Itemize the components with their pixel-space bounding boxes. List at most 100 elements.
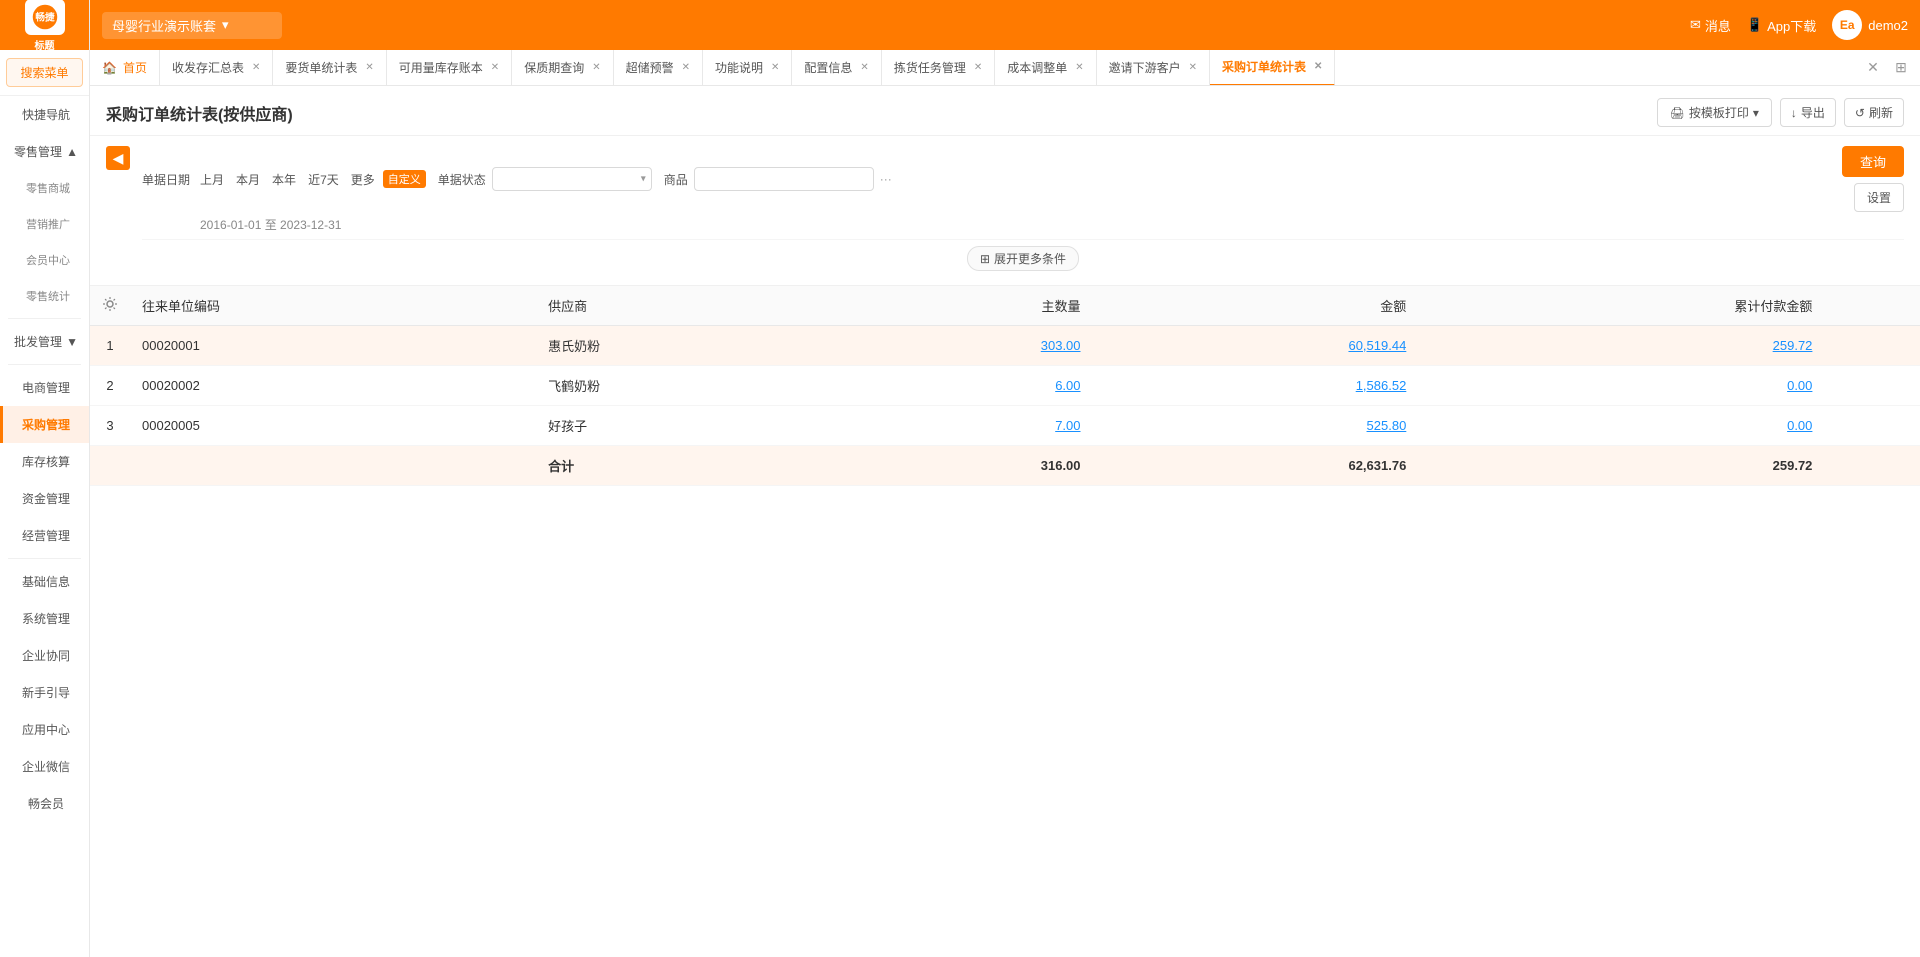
cell-extra-2 — [1824, 366, 1920, 406]
footer-amount: 62,631.76 — [1093, 446, 1419, 486]
sidebar-item-member[interactable]: 会员中心 — [0, 242, 89, 278]
cell-supplier-2: 飞鹤奶粉 — [536, 366, 839, 406]
shortcut-this-year[interactable]: 本年 — [268, 169, 300, 190]
query-button[interactable]: 查询 — [1842, 146, 1904, 177]
sidebar-item-purchase[interactable]: 采购管理 — [0, 406, 89, 443]
cell-paid-1[interactable]: 259.72 — [1418, 326, 1824, 366]
sidebar-item-system[interactable]: 系统管理 — [0, 600, 89, 637]
table-header: 往来单位编码 供应商 主数量 金额 — [90, 286, 1920, 326]
column-settings-icon[interactable] — [102, 296, 118, 312]
tab-close-all-button[interactable]: ✕ — [1862, 57, 1884, 79]
sidebar-search-section: 搜索菜单 — [0, 50, 89, 96]
sidebar-item-inventory[interactable]: 库存核算 — [0, 443, 89, 480]
workspace-selector[interactable]: 母婴行业演示账套 ▾ — [102, 12, 282, 39]
th-settings — [90, 286, 130, 326]
tab-cost-adjust-close[interactable]: ✕ — [1075, 62, 1083, 73]
sidebar-item-finance[interactable]: 资金管理 — [0, 480, 89, 517]
sidebar-item-newbie[interactable]: 新手引导 — [0, 674, 89, 711]
tab-stock-ledger-close[interactable]: ✕ — [491, 62, 499, 73]
status-select[interactable]: 全部 待审核 已审核 — [492, 167, 652, 191]
sidebar-item-shortcut[interactable]: 快捷导航 — [0, 96, 89, 133]
table-body: 1 00020001 惠氏奶粉 303.00 60,519.4 — [90, 326, 1920, 446]
tab-config-info-label: 配置信息 — [804, 59, 852, 76]
th-extra — [1824, 286, 1920, 326]
goods-more-icon[interactable]: ··· — [880, 172, 892, 186]
th-supplier: 供应商 — [536, 286, 839, 326]
tab-expand-button[interactable]: ⊞ — [1890, 57, 1912, 79]
page-title: 采购订单统计表(按供应商) — [106, 101, 293, 125]
tab-home[interactable]: 🏠 首页 — [90, 50, 160, 86]
tab-cost-adjust[interactable]: 成本调整单 ✕ — [995, 50, 1096, 86]
tab-function-desc-close[interactable]: ✕ — [771, 62, 779, 73]
table-footer: 合计 316.00 62,631.76 259.72 — [90, 446, 1920, 486]
table-header-row: 往来单位编码 供应商 主数量 金额 — [90, 286, 1920, 326]
cell-qty-2[interactable]: 6.00 — [839, 366, 1093, 406]
refresh-button[interactable]: ↺ 刷新 — [1844, 98, 1904, 127]
settings-button[interactable]: 设置 — [1854, 183, 1904, 212]
message-button[interactable]: ✉ 消息 — [1690, 16, 1731, 35]
tab-invite-downstream-label: 邀请下游客户 — [1109, 59, 1181, 76]
tab-warranty[interactable]: 保质期查询 ✕ — [512, 50, 613, 86]
tab-invite-downstream[interactable]: 邀请下游客户 ✕ — [1097, 50, 1210, 86]
print-button[interactable]: 🖨 按模板打印 ▾ — [1657, 98, 1772, 127]
custom-date-tag: 自定义 — [383, 170, 426, 188]
search-menu-button[interactable]: 搜索菜单 — [6, 58, 83, 87]
page-content: 采购订单统计表(按供应商) 🖨 按模板打印 ▾ ↓ 导出 ↺ 刷新 — [90, 86, 1920, 957]
shortcut-more[interactable]: 更多 — [347, 169, 379, 190]
tab-purchase-summary-close[interactable]: ✕ — [1314, 61, 1322, 72]
app-download-button[interactable]: 📱 App下载 — [1747, 16, 1816, 35]
goods-input[interactable] — [694, 167, 874, 191]
cell-paid-2[interactable]: 0.00 — [1418, 366, 1824, 406]
tab-config-info-close[interactable]: ✕ — [860, 62, 868, 73]
tab-receivable[interactable]: 收发存汇总表 ✕ — [160, 50, 273, 86]
tab-pick-task-close[interactable]: ✕ — [974, 62, 982, 73]
tab-invite-downstream-close[interactable]: ✕ — [1189, 62, 1197, 73]
tab-overstock-close[interactable]: ✕ — [682, 62, 690, 73]
tab-goods-summary-close[interactable]: ✕ — [365, 62, 373, 73]
sidebar-item-ecommerce[interactable]: 电商管理 — [0, 369, 89, 406]
tab-config-info[interactable]: 配置信息 ✕ — [792, 50, 881, 86]
main-content: 母婴行业演示账套 ▾ ✉ 消息 📱 App下载 Ea demo2 🏠 首页 收 — [90, 0, 1920, 957]
sidebar-item-retail-shop[interactable]: 零售商城 — [0, 170, 89, 206]
shortcut-7days[interactable]: 近7天 — [304, 169, 343, 190]
cell-paid-3[interactable]: 0.00 — [1418, 406, 1824, 446]
sidebar-item-marketing[interactable]: 营销推广 — [0, 206, 89, 242]
filter-area: ◀ 单据日期 上月 本月 本年 近7天 更多 — [90, 136, 1920, 286]
cell-supplier-3: 好孩子 — [536, 406, 839, 446]
tab-receivable-close[interactable]: ✕ — [252, 62, 260, 73]
cell-amount-1[interactable]: 60,519.44 — [1093, 326, 1419, 366]
export-button[interactable]: ↓ 导出 — [1780, 98, 1836, 127]
date-label: 单据日期 — [142, 171, 190, 188]
sidebar-item-retail-mgmt[interactable]: 零售管理 ▲ — [0, 133, 89, 170]
tabbar: 🏠 首页 收发存汇总表 ✕ 要货单统计表 ✕ 可用量库存账本 ✕ 保质期查询 ✕… — [90, 50, 1920, 86]
sidebar-item-basic-info[interactable]: 基础信息 — [0, 563, 89, 600]
sidebar-item-wholesale[interactable]: 批发管理 ▼ — [0, 323, 89, 360]
cell-amount-2[interactable]: 1,586.52 — [1093, 366, 1419, 406]
tab-goods-summary-label: 要货单统计表 — [285, 59, 357, 76]
tab-stock-ledger[interactable]: 可用量库存账本 ✕ — [387, 50, 512, 86]
cell-amount-3[interactable]: 525.80 — [1093, 406, 1419, 446]
tab-warranty-close[interactable]: ✕ — [592, 62, 600, 73]
tab-goods-summary[interactable]: 要货单统计表 ✕ — [273, 50, 386, 86]
tab-pick-task[interactable]: 拣货任务管理 ✕ — [882, 50, 995, 86]
tab-purchase-summary[interactable]: 采购订单统计表 ✕ — [1210, 50, 1335, 86]
cell-qty-1[interactable]: 303.00 — [839, 326, 1093, 366]
cell-qty-3[interactable]: 7.00 — [839, 406, 1093, 446]
filter-collapse-button[interactable]: ◀ — [106, 146, 130, 170]
sidebar-item-retail-stats[interactable]: 零售统计 — [0, 278, 89, 314]
tab-overstock[interactable]: 超储预警 ✕ — [614, 50, 703, 86]
user-profile[interactable]: Ea demo2 — [1832, 10, 1908, 40]
shortcut-this-month[interactable]: 本月 — [232, 169, 264, 190]
sidebar-item-operation[interactable]: 经营管理 — [0, 517, 89, 554]
tab-function-desc[interactable]: 功能说明 ✕ — [703, 50, 792, 86]
app-logo: 畅捷 标题 — [0, 0, 89, 50]
sidebar-item-wechat[interactable]: 企业微信 — [0, 748, 89, 785]
shortcut-last-month[interactable]: 上月 — [196, 169, 228, 190]
workspace-arrow-icon: ▾ — [222, 17, 229, 33]
cell-unit-code-1: 00020001 — [130, 326, 536, 366]
sidebar-item-app-center[interactable]: 应用中心 — [0, 711, 89, 748]
sidebar-item-enterprise[interactable]: 企业协同 — [0, 637, 89, 674]
sidebar-item-vip[interactable]: 畅会员 — [0, 785, 89, 822]
export-icon: ↓ — [1791, 106, 1797, 120]
expand-more-filters-button[interactable]: ⊞ 展开更多条件 — [967, 246, 1079, 271]
